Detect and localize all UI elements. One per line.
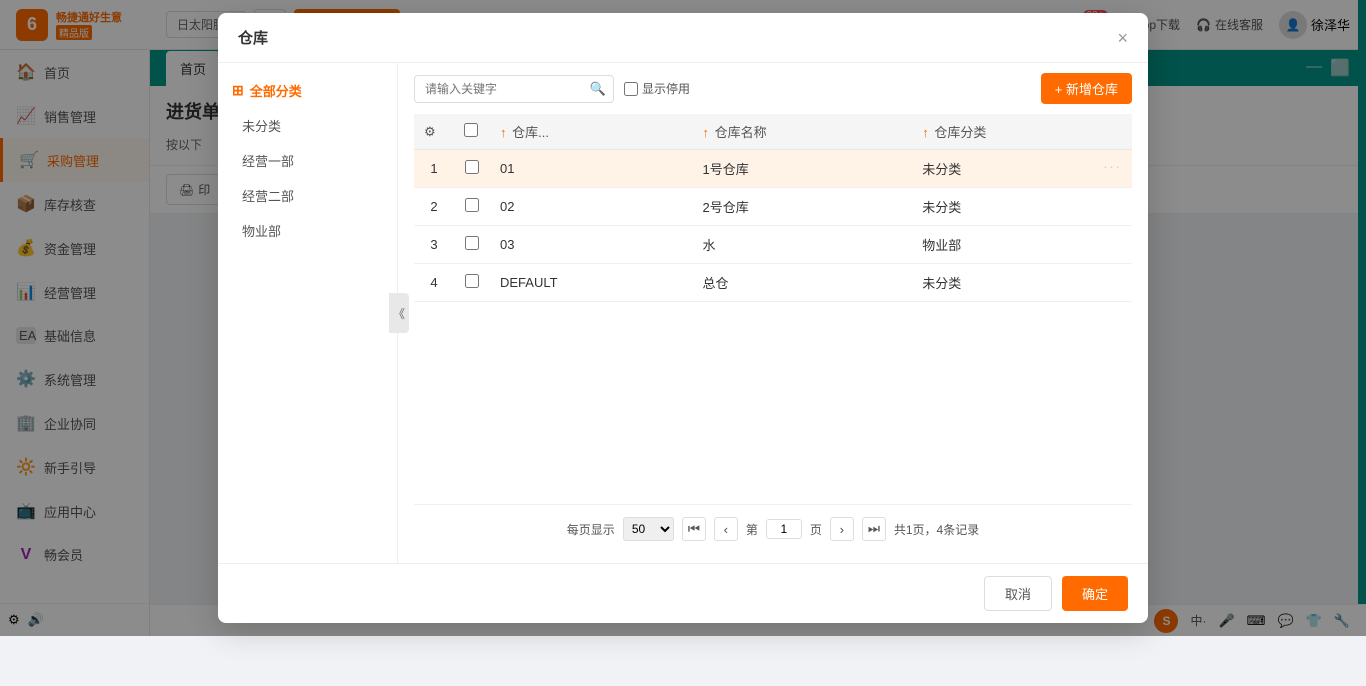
row-name: 1号仓库 [693, 150, 913, 188]
row-checkbox-cell [454, 226, 490, 264]
add-warehouse-button[interactable]: + 新增仓库 [1041, 73, 1132, 104]
row-code: 03 [490, 226, 693, 264]
grid-icon: ⊞ [232, 82, 244, 99]
first-page-button[interactable]: ⏮ [682, 517, 706, 541]
row-name: 2号仓库 [693, 188, 913, 226]
row-name: 总仓 [693, 264, 913, 302]
row-category: 未分类 [912, 188, 1132, 226]
total-info: 共1页，4条记录 [894, 521, 979, 538]
row-checkbox[interactable] [465, 236, 479, 250]
row-category: 未分类 [912, 264, 1132, 302]
modal-header: 仓库 × [218, 13, 1148, 63]
th-checkbox [454, 114, 490, 150]
next-page-button[interactable]: › [830, 517, 854, 541]
row-num: 3 [414, 226, 454, 264]
pagination: 每页显示 50 100 200 ⏮ ‹ 第 页 › ⏭ 共1页，4条记录 [414, 504, 1132, 553]
th-warehouse-category: ↑ 仓库分类 [912, 114, 1132, 150]
row-checkbox-cell [454, 188, 490, 226]
modal-body: ⊞ 全部分类 未分类 经营一部 经营二部 物业部 《 🔍 [218, 63, 1148, 563]
row-checkbox[interactable] [465, 274, 479, 288]
row-checkbox[interactable] [465, 160, 479, 174]
row-code: 02 [490, 188, 693, 226]
row-checkbox[interactable] [465, 198, 479, 212]
modal-close-button[interactable]: × [1117, 29, 1128, 47]
gear-th-icon: ⚙ [424, 124, 436, 139]
cancel-button[interactable]: 取消 [984, 576, 1052, 611]
page-size-select[interactable]: 50 100 200 [623, 517, 674, 541]
row-num: 1 [414, 150, 454, 188]
row-num: 4 [414, 264, 454, 302]
table-panel: 🔍 显示停用 + 新增仓库 ⚙ [398, 63, 1148, 563]
confirm-button[interactable]: 确定 [1062, 576, 1128, 611]
category-item-ops1[interactable]: 经营一部 [218, 143, 397, 178]
row-num: 2 [414, 188, 454, 226]
warehouse-search-input[interactable] [414, 75, 614, 103]
category-collapse-button[interactable]: 《 [389, 293, 409, 333]
search-input-wrap: 🔍 [414, 75, 614, 103]
warehouse-table: ⚙ ↑ 仓库... ↑ 仓库名称 [414, 114, 1132, 302]
modal-footer: 取消 确定 [218, 563, 1148, 623]
category-item-ops2[interactable]: 经营二部 [218, 178, 397, 213]
warehouse-modal: 仓库 × ⊞ 全部分类 未分类 经营一部 经营二部 物业部 《 [218, 13, 1148, 623]
row-checkbox-cell [454, 150, 490, 188]
th-warehouse-code: ↑ 仓库... [490, 114, 693, 150]
sort-name-icon: ↑ [703, 125, 710, 140]
search-icon[interactable]: 🔍 [590, 81, 606, 97]
sort-code-icon: ↑ [500, 125, 507, 140]
th-warehouse-name: ↑ 仓库名称 [693, 114, 913, 150]
prev-page-button[interactable]: ‹ [714, 517, 738, 541]
category-panel: ⊞ 全部分类 未分类 经营一部 经营二部 物业部 《 [218, 63, 398, 563]
category-item-property[interactable]: 物业部 [218, 213, 397, 248]
row-category: 未分类··· [912, 150, 1132, 188]
table-body: 1 01 1号仓库 未分类··· 2 02 2号仓库 未分类 3 03 水 物业… [414, 150, 1132, 302]
modal-title: 仓库 [238, 27, 268, 48]
select-all-checkbox[interactable] [464, 123, 478, 137]
sort-cat-icon: ↑ [922, 125, 929, 140]
row-checkbox-cell [454, 264, 490, 302]
warehouse-table-container: ⚙ ↑ 仓库... ↑ 仓库名称 [414, 114, 1132, 496]
row-name: 水 [693, 226, 913, 264]
current-page-input[interactable] [766, 519, 802, 539]
row-code: 01 [490, 150, 693, 188]
show-disabled-label[interactable]: 显示停用 [624, 80, 690, 97]
last-page-button[interactable]: ⏭ [862, 517, 886, 541]
table-row[interactable]: 2 02 2号仓库 未分类 [414, 188, 1132, 226]
row-category: 物业部 [912, 226, 1132, 264]
table-row[interactable]: 1 01 1号仓库 未分类··· [414, 150, 1132, 188]
table-toolbar: 🔍 显示停用 + 新增仓库 [414, 73, 1132, 104]
all-category-header[interactable]: ⊞ 全部分类 [218, 73, 397, 108]
table-head: ⚙ ↑ 仓库... ↑ 仓库名称 [414, 114, 1132, 150]
table-row[interactable]: 3 03 水 物业部 [414, 226, 1132, 264]
row-action-dots[interactable]: ··· [1103, 159, 1122, 174]
show-disabled-checkbox[interactable] [624, 82, 638, 96]
category-item-uncategorized[interactable]: 未分类 [218, 108, 397, 143]
th-gear: ⚙ [414, 114, 454, 150]
row-code: DEFAULT [490, 264, 693, 302]
table-row[interactable]: 4 DEFAULT 总仓 未分类 [414, 264, 1132, 302]
